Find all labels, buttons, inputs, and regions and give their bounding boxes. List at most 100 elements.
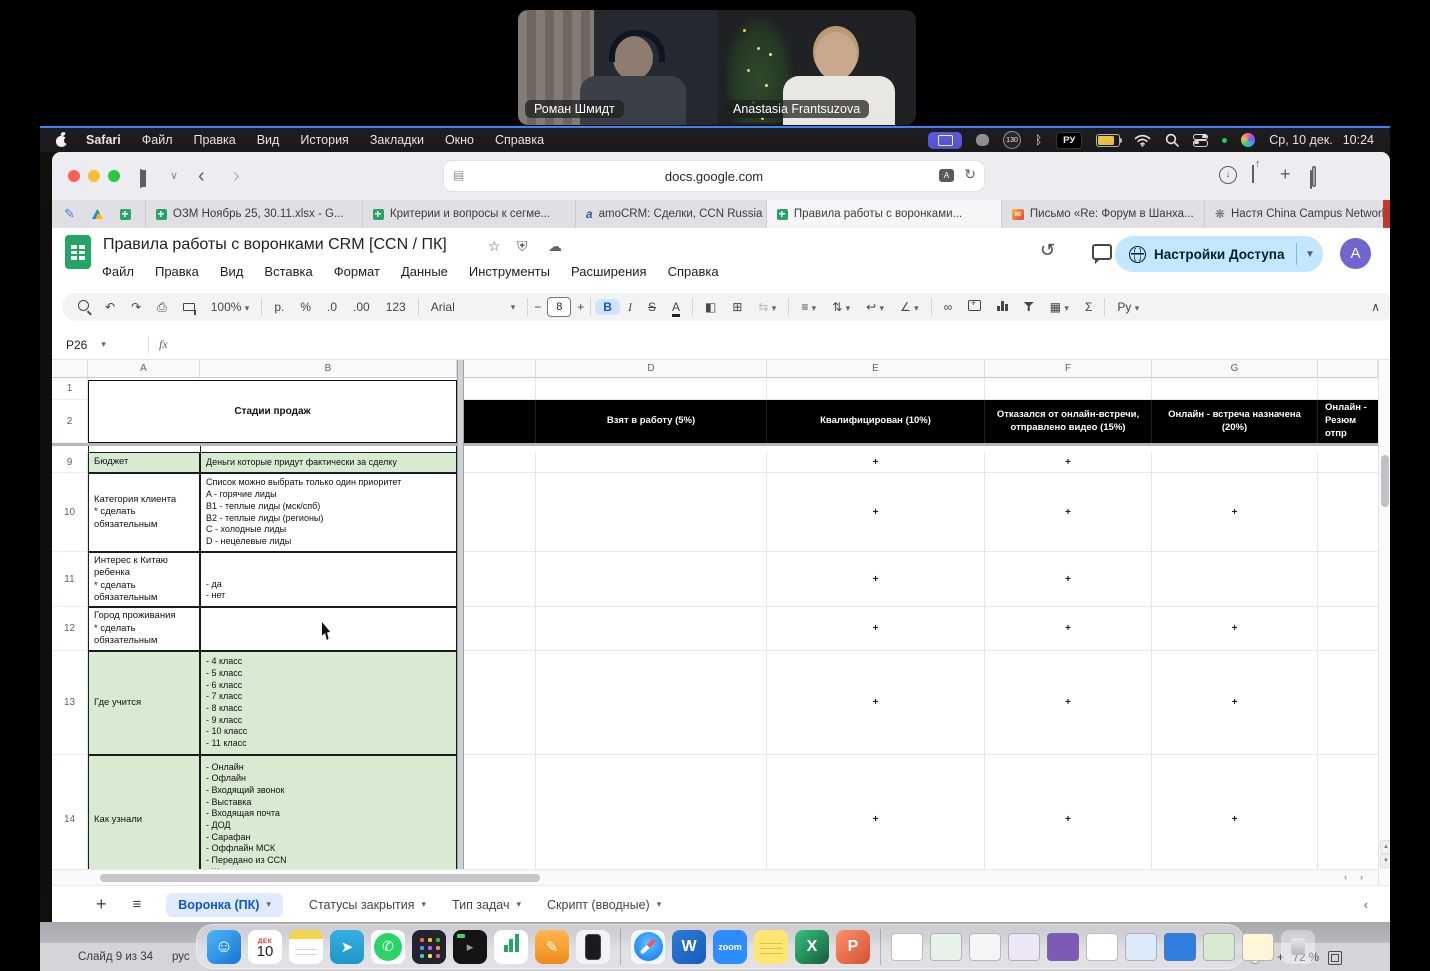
scroll-right-arrow[interactable]: › bbox=[1360, 872, 1363, 882]
insert-chart-icon[interactable] bbox=[989, 300, 1016, 314]
mark-cell-F[interactable]: + bbox=[985, 651, 1152, 755]
zoom-select[interactable]: 100% ▾ bbox=[203, 300, 258, 314]
tab-overview-button[interactable] bbox=[1310, 170, 1312, 190]
font-select[interactable]: Arial bbox=[423, 300, 503, 314]
bluetooth-icon[interactable]: ᛒ bbox=[1035, 133, 1042, 147]
stage-cell-empty[interactable] bbox=[462, 400, 536, 443]
menu-view[interactable]: Вид bbox=[220, 264, 244, 279]
menu-help[interactable]: Справка bbox=[668, 264, 719, 279]
percent-format-button[interactable]: % bbox=[292, 300, 319, 314]
hand-gesture-icon[interactable] bbox=[976, 134, 990, 146]
input-language-badge[interactable]: РУ bbox=[1056, 131, 1083, 149]
all-sheets-button[interactable]: ≡ bbox=[133, 896, 142, 913]
vertical-scrollbar-thumb[interactable] bbox=[1381, 455, 1389, 507]
mark-cell-E[interactable]: + bbox=[767, 755, 985, 885]
battery-icon[interactable] bbox=[1096, 133, 1123, 147]
row-header-1[interactable]: 1 bbox=[52, 378, 88, 400]
star-icon[interactable]: ☆ bbox=[488, 238, 501, 255]
window-thumbnail[interactable] bbox=[930, 932, 962, 961]
sheet-tab-funnel[interactable]: Воронка (ПК) ▾ bbox=[166, 892, 283, 917]
stage-cell-declined-video[interactable]: Отказался от онлайн-встречи, отправлено … bbox=[985, 400, 1152, 443]
menubar-time[interactable]: 10:24 bbox=[1343, 133, 1374, 147]
fill-color-icon[interactable]: ◧ bbox=[697, 300, 724, 314]
dock-safari-icon[interactable] bbox=[631, 929, 665, 964]
merge-cells-icon[interactable]: ⇆ ▾ bbox=[750, 300, 784, 314]
scroll-left-arrow[interactable]: ‹ bbox=[1344, 872, 1347, 882]
share-dropdown-caret[interactable]: ▼ bbox=[1297, 249, 1323, 260]
dock-media-player-icon[interactable]: ▸ bbox=[453, 929, 487, 964]
window-thumbnail[interactable] bbox=[1203, 932, 1235, 961]
window-thumbnail[interactable] bbox=[969, 932, 1001, 961]
menu-tools[interactable]: Инструменты bbox=[469, 264, 550, 279]
dock-stickies-icon[interactable] bbox=[754, 929, 788, 964]
mark-cell-G[interactable] bbox=[1152, 552, 1318, 607]
window-thumbnail[interactable] bbox=[1125, 932, 1157, 961]
menu-file[interactable]: Файл bbox=[102, 264, 134, 279]
mark-cell-F[interactable]: + bbox=[985, 473, 1152, 552]
row-header-2-wrap[interactable]: 2 bbox=[52, 400, 88, 443]
document-title[interactable]: Правила работы с воронками CRM [CCN / ПК… bbox=[103, 236, 447, 254]
window-thumbnail[interactable] bbox=[1164, 932, 1196, 961]
cell-B10-desc[interactable]: Список можно выбрать только один приорит… bbox=[200, 473, 457, 552]
stage-cell-taken[interactable]: Взят в работу (5%) bbox=[536, 400, 767, 443]
pinned-tab-drive-icon[interactable] bbox=[91, 209, 103, 219]
insert-link-icon[interactable]: ∞ bbox=[936, 300, 961, 314]
dock-finder-icon[interactable]: ☺ bbox=[207, 929, 241, 964]
increase-decimal-button[interactable]: .00 bbox=[345, 300, 378, 314]
mark-cell-F[interactable]: + bbox=[985, 552, 1152, 607]
col-header-C[interactable] bbox=[462, 360, 536, 378]
stage-cell-qualified[interactable]: Квалифицирован (10%) bbox=[767, 400, 985, 443]
browser-tab-1[interactable]: ОЗМ Ноябрь 25, 30.11.xlsx - G... bbox=[146, 200, 363, 228]
col-header-A[interactable]: A bbox=[88, 360, 200, 378]
borders-icon[interactable]: ⊞ bbox=[724, 300, 750, 314]
italic-button[interactable]: I bbox=[620, 300, 640, 315]
notification-badge[interactable]: 130 bbox=[1003, 131, 1022, 149]
menu-data[interactable]: Данные bbox=[401, 264, 448, 279]
siri-icon[interactable] bbox=[1241, 133, 1256, 147]
cell-B12-empty[interactable] bbox=[200, 607, 457, 651]
apple-logo-icon[interactable] bbox=[55, 131, 71, 147]
col-header-F[interactable]: F bbox=[985, 360, 1152, 378]
window-thumbnail[interactable] bbox=[1047, 932, 1079, 961]
font-select-caret[interactable]: ▾ bbox=[503, 302, 524, 313]
dock-iphone-mirroring-icon[interactable] bbox=[576, 929, 610, 964]
menu-edit[interactable]: Правка bbox=[155, 264, 199, 279]
browser-tab-4-active[interactable]: Правила работы с воронками... bbox=[766, 200, 1002, 228]
decrease-decimal-button[interactable]: .0 bbox=[319, 300, 345, 314]
insert-comment-icon[interactable] bbox=[960, 298, 989, 314]
search-icon[interactable] bbox=[70, 300, 97, 314]
dock-notes-icon[interactable] bbox=[289, 929, 323, 964]
functions-icon[interactable]: Σ bbox=[1077, 300, 1100, 314]
cell-B13-desc[interactable]: - 4 класс - 5 класс - 6 класс - 7 класс … bbox=[200, 651, 457, 755]
mark-cell-E[interactable]: + bbox=[767, 473, 985, 552]
row-header-2[interactable]: 2 bbox=[52, 400, 88, 443]
row-header[interactable]: 9 bbox=[52, 452, 88, 473]
wifi-icon[interactable] bbox=[1134, 134, 1151, 147]
data-views-icon[interactable]: ▦ ▾ bbox=[1042, 300, 1077, 314]
browser-tab-3[interactable]: a amoCRM: Сделки, CCN Russia bbox=[576, 200, 767, 228]
col-header-H-partial[interactable] bbox=[1318, 360, 1378, 378]
participant-video-1[interactable]: Роман Шмидт bbox=[518, 10, 717, 125]
fit-slide-icon[interactable] bbox=[1328, 950, 1342, 965]
sidebar-toggle-icon[interactable] bbox=[140, 169, 142, 189]
window-thumbnail[interactable] bbox=[1008, 932, 1040, 961]
back-button[interactable]: ‹ bbox=[198, 166, 205, 186]
col-header-B[interactable]: B bbox=[200, 360, 457, 378]
dock-launchpad-icon[interactable] bbox=[412, 929, 446, 964]
namebox-caret[interactable]: ▾ bbox=[101, 339, 106, 350]
pinned-tab-sheets-icon[interactable] bbox=[119, 208, 131, 220]
cloud-saved-icon[interactable]: ☁ bbox=[548, 238, 562, 255]
zoom-window-button[interactable] bbox=[108, 170, 120, 182]
collapse-toolbar-icon[interactable]: ∧ bbox=[1363, 300, 1388, 314]
filter-icon[interactable] bbox=[1016, 300, 1042, 314]
bold-button[interactable]: B bbox=[595, 299, 620, 315]
dock-excel-icon[interactable]: X bbox=[795, 929, 829, 964]
scroll-down-arrow[interactable]: ▼ bbox=[1380, 854, 1390, 868]
increase-font-button[interactable]: + bbox=[575, 300, 586, 314]
merged-cell-stages-title[interactable]: Стадии продаж bbox=[88, 380, 457, 443]
text-rotation-icon[interactable]: ∠ ▾ bbox=[892, 300, 927, 314]
col-header-D[interactable]: D bbox=[536, 360, 767, 378]
close-window-button[interactable] bbox=[68, 170, 80, 182]
menubar-app-name[interactable]: Safari bbox=[86, 133, 121, 147]
mark-cell-F[interactable]: + bbox=[985, 607, 1152, 651]
